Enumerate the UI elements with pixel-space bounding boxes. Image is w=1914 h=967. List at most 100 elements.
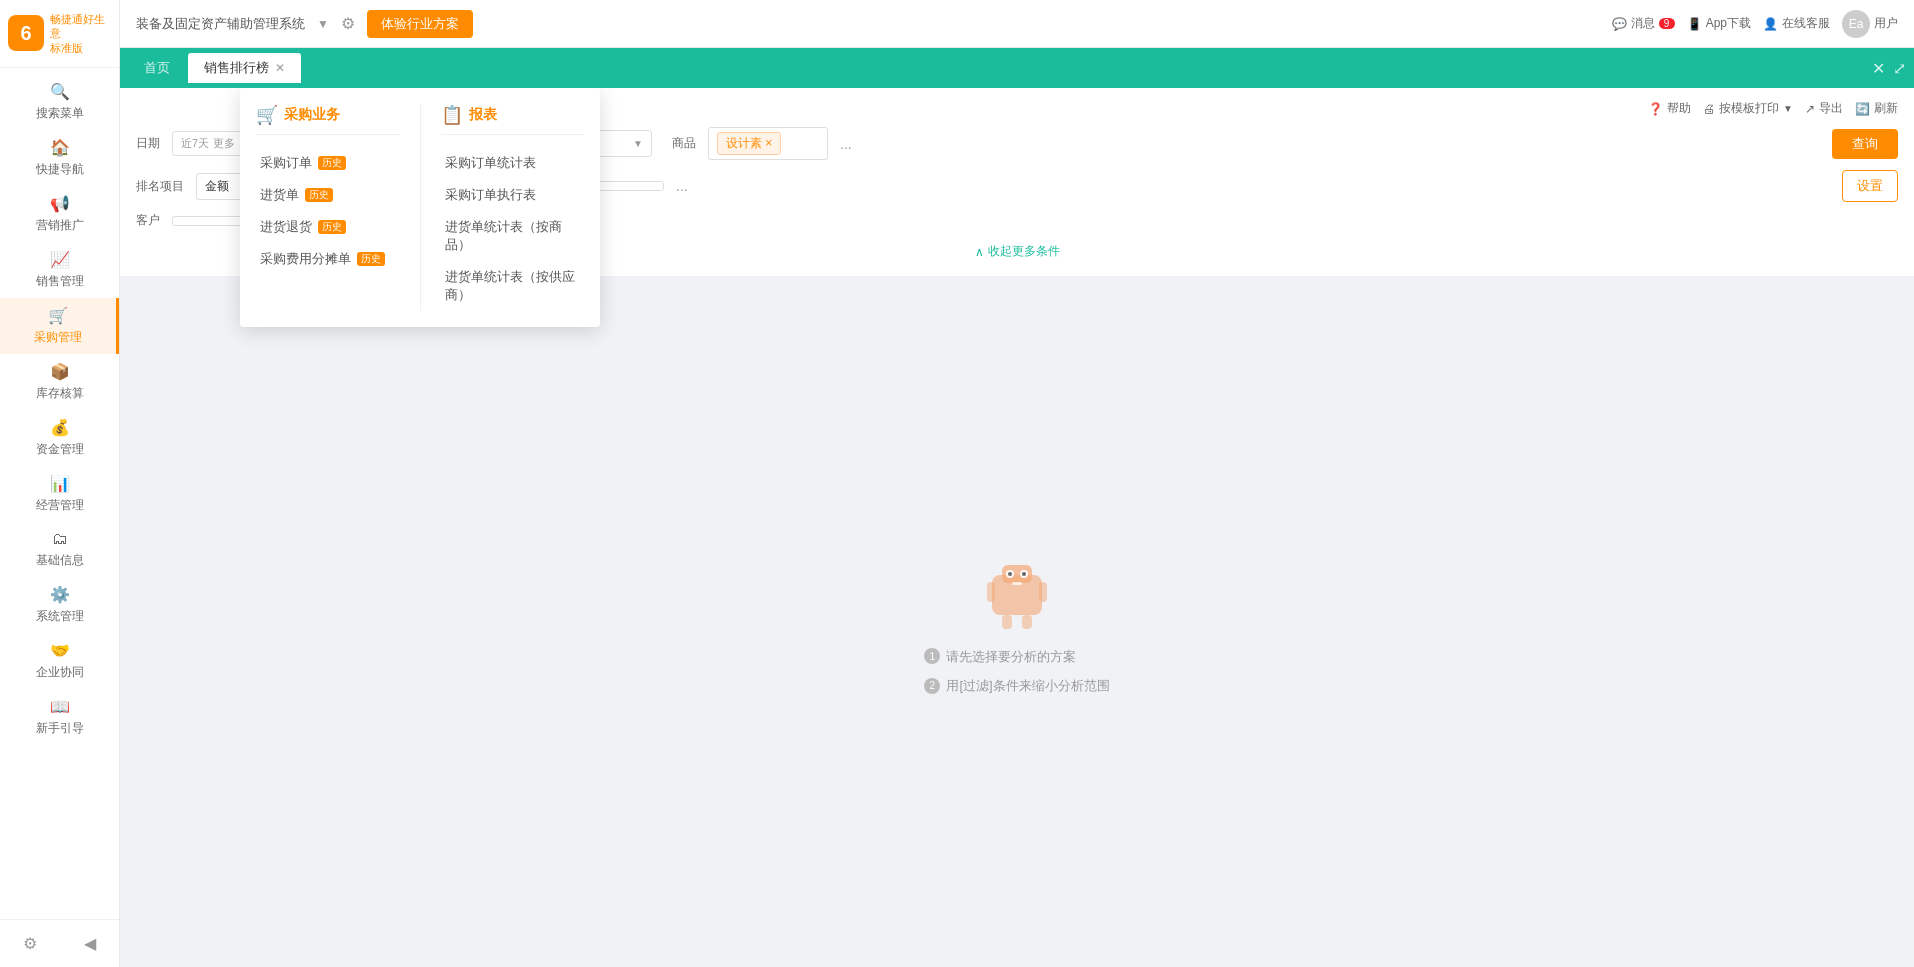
tab-close-window-icon[interactable]: ✕ — [1872, 59, 1885, 78]
help-icon: ❓ — [1648, 102, 1663, 116]
sidebar-item-sales[interactable]: 📈销售管理 — [0, 242, 119, 298]
industry-btn[interactable]: 体验行业方案 — [367, 10, 473, 38]
refresh-icon: 🔄 — [1855, 102, 1870, 116]
sidebar-item-label: 新手引导 — [36, 720, 84, 737]
sidebar-item-quick-nav[interactable]: 🏠快捷导航 — [0, 130, 119, 186]
salesman-dots-btn[interactable]: ... — [676, 178, 688, 194]
collapse-sidebar-btn[interactable]: ◀ — [76, 930, 104, 957]
settings-bottom-btn[interactable]: ⚙ — [15, 930, 45, 957]
user-btn[interactable]: Ea 用户 — [1842, 10, 1898, 38]
ranking-label: 排名项目 — [136, 178, 184, 195]
search-icon: 🔍 — [50, 82, 70, 101]
toolbar-right: ❓ 帮助 🖨 按模板打印 ▼ ↗ 导出 🔄 — [1648, 100, 1898, 117]
finance-icon: 💰 — [50, 418, 70, 437]
tab-bar: 首页 销售排行榜 ✕ ✕ ⤢ — [120, 48, 1914, 88]
svg-point-4 — [1008, 572, 1012, 576]
product-dots-btn[interactable]: ... — [840, 136, 852, 152]
menu-item-inbound-stats-supplier[interactable]: 进货单统计表（按供应商） — [441, 261, 585, 311]
date-label: 日期 — [136, 135, 160, 152]
tab-home[interactable]: 首页 — [128, 53, 186, 83]
sidebar-item-label: 采购管理 — [34, 329, 82, 346]
logo-text: 畅捷通好生意 标准版 — [50, 12, 111, 55]
print-icon: 🖨 — [1703, 102, 1715, 116]
query-btn[interactable]: 查询 — [1832, 129, 1898, 159]
help-btn[interactable]: ❓ 帮助 — [1648, 100, 1691, 117]
svg-rect-10 — [1022, 615, 1032, 629]
collapse-arrow-icon: ∧ — [975, 245, 984, 259]
print-dropdown-icon: ▼ — [1783, 103, 1793, 114]
sidebar-item-purchase[interactable]: 🛒 采购管理 — [0, 298, 119, 354]
menu-item-expense[interactable]: 采购费用分摊单 历史 — [256, 243, 400, 275]
sidebar: 6 畅捷通好生意 标准版 🔍搜索菜单🏠快捷导航📢营销推广📈销售管理🛒采购管理📦库… — [0, 0, 120, 967]
tab-sales-ranking[interactable]: 销售排行榜 ✕ — [188, 53, 301, 83]
sidebar-item-operation[interactable]: 📊 经营管理 — [0, 466, 119, 522]
svg-rect-7 — [987, 582, 995, 602]
svg-rect-6 — [1012, 582, 1022, 585]
svg-rect-9 — [1002, 615, 1012, 629]
purchase-section-icon: 🛒 — [256, 104, 278, 126]
message-btn[interactable]: 💬 消息 9 — [1612, 15, 1675, 32]
sidebar-item-label: 销售管理 — [36, 273, 84, 290]
service-icon: 👤 — [1763, 17, 1778, 31]
status-dropdown-icon: ▼ — [633, 138, 643, 149]
user-avatar: Ea — [1842, 10, 1870, 38]
svg-point-5 — [1022, 572, 1026, 576]
sidebar-item-finance[interactable]: 💰 资金管理 — [0, 410, 119, 466]
print-btn[interactable]: 🖨 按模板打印 ▼ — [1703, 100, 1793, 117]
sidebar-item-newbie[interactable]: 📖 新手引导 — [0, 689, 119, 745]
sidebar-item-basic[interactable]: 🗂 基础信息 — [0, 522, 119, 577]
tab-expand-icon[interactable]: ⤢ — [1893, 59, 1906, 78]
enterprise-icon: 🤝 — [50, 641, 70, 660]
sidebar-item-label: 搜索菜单 — [36, 105, 84, 122]
sidebar-item-search[interactable]: 🔍 搜索菜单 — [0, 74, 119, 130]
export-icon: ↗ — [1805, 102, 1815, 116]
customer-label: 客户 — [136, 212, 160, 229]
product-filter[interactable]: 设计素 × — [708, 127, 828, 160]
sidebar-item-label: 基础信息 — [36, 552, 84, 569]
menu-item-inbound-stats-product[interactable]: 进货单统计表（按商品） — [441, 211, 585, 261]
sidebar-item-enterprise[interactable]: 🤝企业协同 — [0, 633, 119, 689]
menu-item-inbound[interactable]: 进货单 历史 — [256, 179, 400, 211]
system-title: 装备及固定资产辅助管理系统 — [136, 15, 305, 33]
menu-item-purchase-order-stats[interactable]: 采购订单统计表 — [441, 147, 585, 179]
menu-item-return[interactable]: 进货退货 历史 — [256, 211, 400, 243]
tab-close-icon[interactable]: ✕ — [275, 61, 285, 75]
message-icon: 💬 — [1612, 17, 1627, 31]
operation-icon: 📊 — [50, 474, 70, 493]
newbie-icon: 📖 — [50, 697, 70, 716]
settings-icon[interactable]: ⚙ — [341, 14, 355, 33]
product-tag: 设计素 × — [717, 132, 781, 155]
sidebar-item-label: 经营管理 — [36, 497, 84, 514]
menu-item-purchase-order-exec[interactable]: 采购订单执行表 — [441, 179, 585, 211]
purchase-icon: 🛒 — [48, 306, 68, 325]
sidebar-item-system[interactable]: ⚙️ 系统管理 — [0, 577, 119, 633]
system-icon: ⚙️ — [50, 585, 70, 604]
report-section-title: 📋 报表 — [441, 104, 585, 135]
report-section-icon: 📋 — [441, 104, 463, 126]
report-menu-section: 📋 报表 采购订单统计表 采购订单执行表 进货单统计表（按商品） 进货单统计表（… — [441, 104, 585, 311]
sidebar-item-label: 库存核算 — [36, 385, 84, 402]
basic-icon: 🗂 — [52, 530, 68, 548]
dropdown-menu: 🛒 采购业务 采购订单 历史 进货单 历史 进货退货 历史 — [240, 88, 600, 327]
app-download-btn[interactable]: 📱 App下载 — [1687, 15, 1751, 32]
online-service-btn[interactable]: 👤 在线客服 — [1763, 15, 1830, 32]
content-area: 🛒 采购业务 采购订单 历史 进货单 历史 进货退货 历史 — [120, 88, 1914, 967]
empty-hint-1: 1 请先选择要分析的方案 — [924, 645, 1109, 668]
refresh-btn[interactable]: 🔄 刷新 — [1855, 100, 1898, 117]
settings-btn[interactable]: 设置 — [1842, 170, 1898, 202]
menu-item-purchase-order[interactable]: 采购订单 历史 — [256, 147, 400, 179]
sidebar-item-marketing[interactable]: 📢营销推广 — [0, 186, 119, 242]
sidebar-item-label: 资金管理 — [36, 441, 84, 458]
product-label: 商品 — [672, 135, 696, 152]
empty-hint-2: 2 用[过滤]条件来缩小分析范围 — [924, 674, 1109, 697]
sidebar-item-label: 系统管理 — [36, 608, 84, 625]
purchase-menu-section: 🛒 采购业务 采购订单 历史 进货单 历史 进货退货 历史 — [256, 104, 400, 311]
empty-state: 1 请先选择要分析的方案 2 用[过滤]条件来缩小分析范围 — [120, 277, 1914, 967]
phone-icon: 📱 — [1687, 17, 1702, 31]
sidebar-nav: 🔍 搜索菜单 🏠快捷导航📢营销推广📈销售管理 🛒 采购管理 📦库存核算 💰 资金管理 📊 经营管理… — [0, 68, 119, 919]
dropdown-arrow-icon[interactable]: ▼ — [317, 17, 329, 31]
sidebar-bottom: ⚙ ◀ — [0, 919, 119, 967]
marketing-icon: 📢 — [50, 194, 70, 213]
export-btn[interactable]: ↗ 导出 — [1805, 100, 1843, 117]
sidebar-item-inventory[interactable]: 📦库存核算 — [0, 354, 119, 410]
